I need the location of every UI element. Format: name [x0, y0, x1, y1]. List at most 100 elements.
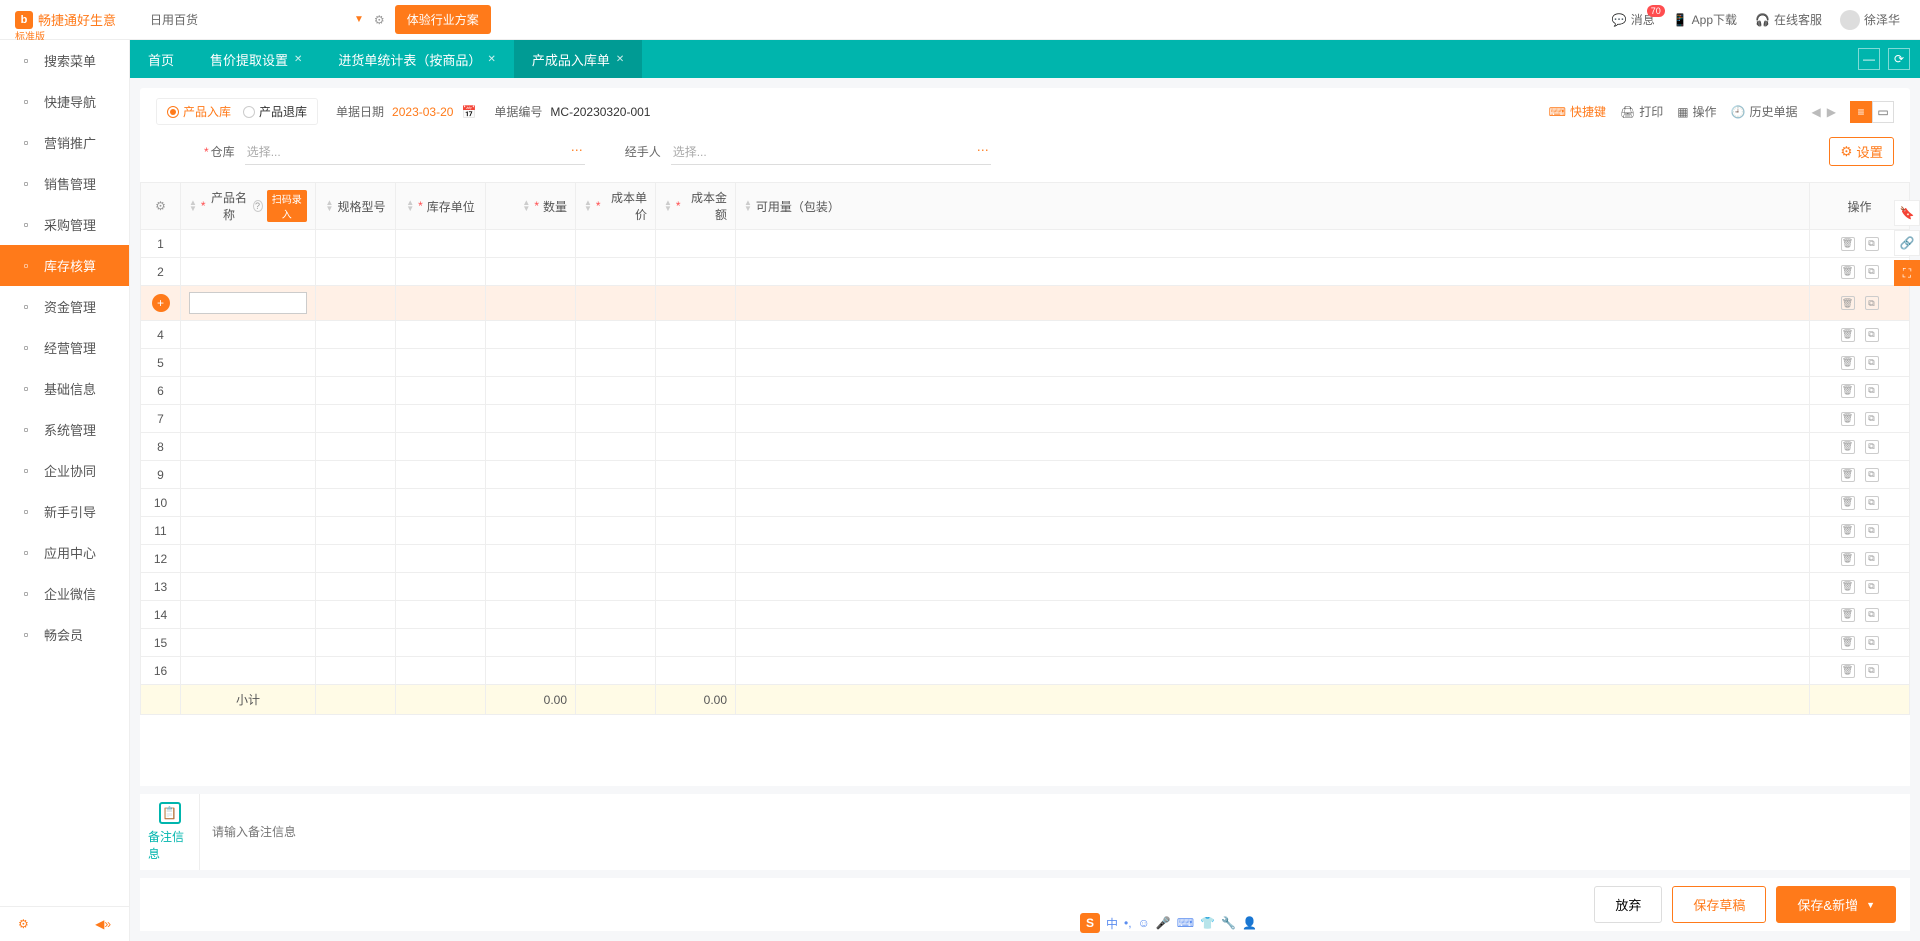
- copy-icon[interactable]: ⧉: [1865, 552, 1879, 566]
- delete-icon[interactable]: 🗑: [1841, 636, 1855, 650]
- collapse-icon[interactable]: ◀»: [95, 917, 111, 931]
- scan-button[interactable]: 扫码录入: [267, 190, 307, 222]
- tabbar-refresh[interactable]: ⟳: [1888, 48, 1910, 70]
- discard-button[interactable]: 放弃: [1594, 886, 1662, 923]
- close-icon[interactable]: ✕: [487, 54, 495, 65]
- table-row[interactable]: 5🗑⧉: [141, 349, 1910, 377]
- warehouse-select[interactable]: 选择... ⋯: [245, 139, 585, 165]
- sidebar-item-info[interactable]: ▫基础信息: [0, 368, 129, 409]
- sort-icon[interactable]: ▲▼: [664, 200, 672, 212]
- sidebar-item-team[interactable]: ▫企业协同: [0, 450, 129, 491]
- sidebar-item-apps[interactable]: ▫应用中心: [0, 532, 129, 573]
- table-row[interactable]: 13🗑⧉: [141, 573, 1910, 601]
- sidebar-item-gift[interactable]: ▫营销推广: [0, 122, 129, 163]
- delete-icon[interactable]: 🗑: [1841, 608, 1855, 622]
- tab-3[interactable]: 产成品入库单✕: [514, 40, 642, 78]
- sidebar-item-sys[interactable]: ▫系统管理: [0, 409, 129, 450]
- delete-icon[interactable]: 🗑: [1841, 468, 1855, 482]
- copy-icon[interactable]: ⧉: [1865, 237, 1879, 251]
- sort-icon[interactable]: ▲▼: [406, 200, 414, 212]
- tab-0[interactable]: 首页: [130, 40, 192, 78]
- copy-icon[interactable]: ⧉: [1865, 608, 1879, 622]
- app-download-link[interactable]: 📱 App下载: [1673, 11, 1737, 28]
- delete-icon[interactable]: 🗑: [1841, 552, 1855, 566]
- table-row[interactable]: 6🗑⧉: [141, 377, 1910, 405]
- copy-icon[interactable]: ⧉: [1865, 384, 1879, 398]
- ime-skin-icon[interactable]: 👕: [1200, 916, 1215, 930]
- copy-icon[interactable]: ⧉: [1865, 328, 1879, 342]
- sidebar-item-box[interactable]: ▫库存核算: [0, 245, 129, 286]
- ime-mic-icon[interactable]: 🎤: [1156, 916, 1171, 930]
- sidebar-item-money[interactable]: ▫资金管理: [0, 286, 129, 327]
- view-card-button[interactable]: ▭: [1872, 101, 1894, 123]
- sidebar-item-wx[interactable]: ▫企业微信: [0, 573, 129, 614]
- radio-product-out[interactable]: 产品退库: [243, 103, 307, 120]
- support-link[interactable]: 🎧 在线客服: [1755, 11, 1822, 28]
- rail-expand[interactable]: ⛶: [1894, 260, 1920, 286]
- ime-user-icon[interactable]: 👤: [1242, 916, 1257, 930]
- table-row[interactable]: 16🗑⧉: [141, 657, 1910, 685]
- delete-icon[interactable]: 🗑: [1841, 356, 1855, 370]
- ime-keyboard-icon[interactable]: ⌨: [1177, 916, 1194, 930]
- ime-tools-icon[interactable]: 🔧: [1221, 916, 1236, 930]
- delete-icon[interactable]: 🗑: [1841, 664, 1855, 678]
- copy-icon[interactable]: ⧉: [1865, 580, 1879, 594]
- gear-icon[interactable]: ⚙: [18, 917, 29, 931]
- table-row[interactable]: 1🗑⧉: [141, 230, 1910, 258]
- add-row-button[interactable]: +: [152, 294, 170, 312]
- gear-icon[interactable]: ⚙: [374, 13, 385, 27]
- copy-icon[interactable]: ⧉: [1865, 356, 1879, 370]
- sort-icon[interactable]: ▲▼: [326, 200, 334, 212]
- date-value[interactable]: 2023-03-20: [392, 105, 453, 119]
- rail-link[interactable]: 🔗: [1894, 230, 1920, 256]
- delete-icon[interactable]: 🗑: [1841, 440, 1855, 454]
- sort-icon[interactable]: ▲▼: [189, 200, 197, 212]
- table-row[interactable]: 14🗑⧉: [141, 601, 1910, 629]
- gear-icon[interactable]: ⚙: [155, 199, 166, 213]
- experience-button[interactable]: 体验行业方案: [395, 5, 491, 34]
- next-doc-button[interactable]: ▶: [1827, 105, 1836, 119]
- prev-doc-button[interactable]: ◀: [1812, 105, 1821, 119]
- table-row[interactable]: 11🗑⧉: [141, 517, 1910, 545]
- sidebar-item-guide[interactable]: ▫新手引导: [0, 491, 129, 532]
- rail-bookmark[interactable]: 🔖: [1894, 200, 1920, 226]
- table-row[interactable]: 4🗑⧉: [141, 321, 1910, 349]
- delete-icon[interactable]: 🗑: [1841, 580, 1855, 594]
- history-link[interactable]: 🕘 历史单据: [1731, 103, 1798, 120]
- copy-icon[interactable]: ⧉: [1865, 265, 1879, 279]
- table-row[interactable]: 7🗑⧉: [141, 405, 1910, 433]
- ime-lang[interactable]: 中: [1106, 915, 1118, 932]
- print-link[interactable]: 🖨 打印: [1620, 103, 1663, 120]
- sidebar-item-bag[interactable]: ▫销售管理: [0, 163, 129, 204]
- table-row[interactable]: 2🗑⧉: [141, 258, 1910, 286]
- sidebar-item-vip[interactable]: ▫畅会员: [0, 614, 129, 655]
- user-menu[interactable]: 徐泽华: [1840, 10, 1900, 30]
- copy-icon[interactable]: ⧉: [1865, 468, 1879, 482]
- calendar-icon[interactable]: 📅: [461, 105, 476, 119]
- tab-1[interactable]: 售价提取设置✕: [192, 40, 320, 78]
- save-new-button[interactable]: 保存&新增 ▼: [1776, 886, 1896, 923]
- save-draft-button[interactable]: 保存草稿: [1672, 886, 1766, 923]
- table-row[interactable]: 8🗑⧉: [141, 433, 1910, 461]
- delete-icon[interactable]: 🗑: [1841, 496, 1855, 510]
- tabbar-minimize[interactable]: —: [1858, 48, 1880, 70]
- view-list-button[interactable]: ≡: [1850, 101, 1872, 123]
- sidebar-item-chart[interactable]: ▫经营管理: [0, 327, 129, 368]
- sidebar-item-cart[interactable]: ▫采购管理: [0, 204, 129, 245]
- delete-icon[interactable]: 🗑: [1841, 384, 1855, 398]
- delete-icon[interactable]: 🗑: [1841, 265, 1855, 279]
- sidebar-item-search[interactable]: ▫搜索菜单: [0, 40, 129, 81]
- delete-icon[interactable]: 🗑: [1841, 296, 1855, 310]
- close-icon[interactable]: ✕: [294, 54, 302, 65]
- store-selector[interactable]: 日用百货 ▼: [150, 11, 364, 28]
- remarks-input[interactable]: [200, 794, 1910, 870]
- table-row[interactable]: 15🗑⧉: [141, 629, 1910, 657]
- sort-icon[interactable]: ▲▼: [522, 200, 530, 212]
- radio-product-in[interactable]: 产品入库: [167, 103, 231, 120]
- operate-link[interactable]: ▦ 操作: [1677, 103, 1716, 120]
- table-row[interactable]: 12🗑⧉: [141, 545, 1910, 573]
- messages-link[interactable]: 💬 消息 70: [1612, 11, 1655, 28]
- copy-icon[interactable]: ⧉: [1865, 636, 1879, 650]
- shortcut-link[interactable]: ⌨ 快捷键: [1549, 103, 1606, 120]
- delete-icon[interactable]: 🗑: [1841, 524, 1855, 538]
